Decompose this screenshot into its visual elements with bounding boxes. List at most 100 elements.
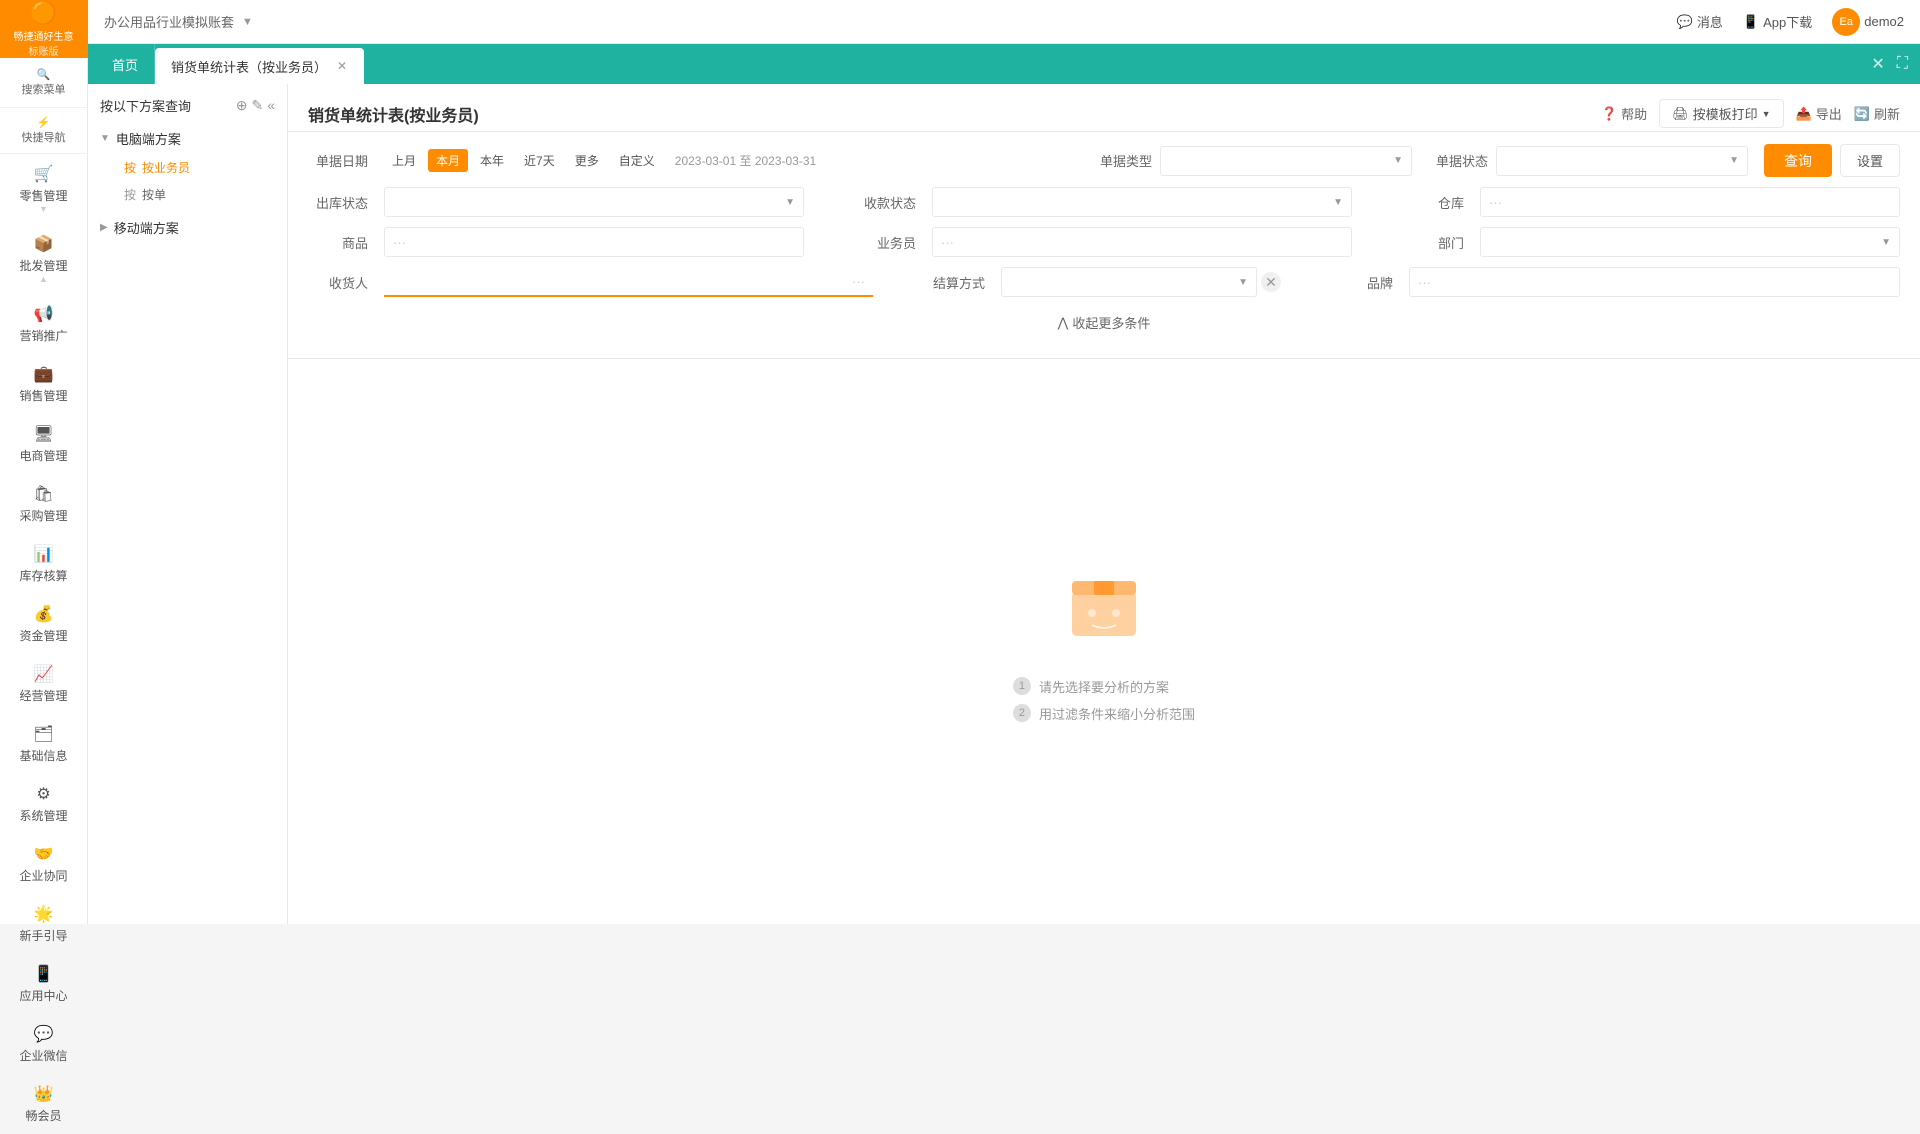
tip-num-2: 2 — [1013, 704, 1031, 722]
sidebar-item-guide[interactable]: 🌟 新手引导 — [0, 894, 88, 954]
tab-close-action[interactable]: ✕ — [1867, 50, 1888, 78]
wholesale-label: 批发管理 — [19, 257, 67, 274]
sidebar-item-ecommerce[interactable]: 🖥 电商管理 — [0, 414, 88, 474]
sidebar-item-enterprise[interactable]: 🤝 企业协同 — [0, 834, 88, 894]
help-btn[interactable]: ❓ 帮助 — [1601, 104, 1647, 123]
date-more[interactable]: 更多 — [567, 149, 607, 172]
sidebar-item-apps[interactable]: 📱 应用中心 — [0, 954, 88, 1014]
tab-close-icon[interactable]: ✕ — [337, 59, 347, 73]
workspace-arrow-icon: ▼ — [242, 16, 253, 28]
payment-clear-icon[interactable]: ✕ — [1261, 272, 1281, 292]
page-title: 销货单统计表(按业务员) — [308, 102, 479, 126]
query-button[interactable]: 查询 — [1764, 144, 1832, 177]
filter-area: 单据日期 上月 本月 本年 近7天 更多 自定义 2023-03-01 至 20… — [288, 132, 1920, 359]
payment-label: 结算方式 — [925, 273, 985, 292]
sidebar-item-retail[interactable]: 🛒 零售管理 ▼ — [0, 154, 88, 224]
export-btn[interactable]: 📤 导出 — [1796, 104, 1842, 123]
status-select[interactable]: ▼ — [1496, 146, 1748, 176]
warehouse-input[interactable]: ··· — [1480, 187, 1900, 217]
apps-icon: 📱 — [34, 964, 54, 984]
empty-area: 1 请先选择要分析的方案 2 用过滤条件来缩小分析范围 — [288, 359, 1920, 924]
tab-expand-action[interactable]: ⛶ — [1893, 51, 1912, 77]
sidebar-item-sales[interactable]: 💼 销售管理 — [0, 354, 88, 414]
enterprise-icon: 🤝 — [34, 844, 54, 864]
nav-icon: ⚡ — [37, 116, 51, 129]
brand-input[interactable]: ··· — [1409, 267, 1900, 297]
ecommerce-icon: 🖥 — [33, 424, 53, 444]
payment-select[interactable]: ▼ — [1001, 267, 1257, 297]
sidebar-item-inventory[interactable]: 📊 库存核算 — [0, 534, 88, 594]
date-filter: 上月 本月 本年 近7天 更多 自定义 2023-03-01 至 2023-03… — [384, 149, 816, 172]
sidebar: 🟠 畅捷通好生意 标账版 🔍 搜索菜单 ⚡ 快捷导航 🛒 零售管理 ▼ 📦 批发… — [0, 0, 88, 924]
quick-nav-item[interactable]: ⚡ 快捷导航 — [0, 108, 88, 154]
refresh-btn[interactable]: 🔄 刷新 — [1854, 104, 1900, 123]
tree-item-salesman[interactable]: 按 按业务员 — [112, 154, 287, 181]
chevron-up-icon: ▲ — [39, 274, 48, 284]
sidebar-item-wechat[interactable]: 💬 企业微信 — [0, 1014, 88, 1074]
date-last-7-days[interactable]: 近7天 — [516, 149, 563, 172]
tab-home[interactable]: 首页 — [96, 44, 155, 84]
tab-sales-label: 销货单统计表（按业务员） — [171, 57, 327, 76]
app-download-btn[interactable]: 📱 App下载 — [1743, 12, 1812, 31]
user-menu[interactable]: Ea demo2 — [1832, 8, 1904, 36]
date-filter-label: 单据日期 — [308, 151, 368, 170]
salesman-scheme-icon: 按 — [124, 159, 136, 176]
empty-tip-2: 2 用过滤条件来缩小分析范围 — [1013, 704, 1195, 723]
search-menu-item[interactable]: 🔍 搜索菜单 — [0, 58, 88, 108]
inventory-icon: 📊 — [34, 544, 54, 564]
goods-input[interactable]: ··· — [384, 227, 804, 257]
date-custom[interactable]: 自定义 — [611, 149, 663, 172]
dept-select[interactable]: ▼ — [1480, 227, 1900, 257]
collapse-btn[interactable]: ⋀ 收起更多条件 — [1052, 307, 1157, 338]
tree-desktop[interactable]: ▼ 电脑端方案 — [88, 123, 287, 154]
date-last-month[interactable]: 上月 — [384, 149, 424, 172]
sidebar-item-member[interactable]: 👑 畅会员 — [0, 1074, 88, 1134]
tree-desktop-label: 电脑端方案 — [116, 129, 181, 148]
sidebar-logo[interactable]: 🟠 畅捷通好生意 标账版 — [0, 0, 88, 58]
type-select[interactable]: ▼ — [1160, 146, 1412, 176]
topbar: 办公用品行业模拟账套 ▼ 💬 消息 📱 App下载 Ea demo2 — [88, 0, 1920, 44]
workspace-selector[interactable]: 办公用品行业模拟账套 ▼ — [104, 12, 253, 31]
sidebar-item-finance[interactable]: 💰 资金管理 — [0, 594, 88, 654]
tree-mobile-label: 移动端方案 — [114, 218, 179, 237]
print-label: 按模板打印 — [1693, 104, 1758, 123]
left-panel-title: 按以下方案查询 — [100, 96, 191, 115]
collapse-panel-btn[interactable]: « — [267, 97, 275, 114]
left-panel: 按以下方案查询 ⊕ ✎ « ▼ 电脑端方案 按 按业务员 按 按单 — [88, 84, 288, 924]
help-icon: ❓ — [1601, 106, 1617, 122]
out-status-select[interactable]: ▼ — [384, 187, 804, 217]
tree-item-by-bill[interactable]: 按 按单 — [112, 181, 287, 208]
sidebar-item-basic[interactable]: 🗂 基础信息 — [0, 714, 88, 774]
message-btn[interactable]: 💬 消息 — [1677, 12, 1723, 31]
goods-label: 商品 — [308, 233, 368, 252]
receipt-select[interactable]: ▼ — [932, 187, 1352, 217]
tree-mobile[interactable]: ▶ 移动端方案 — [88, 212, 287, 243]
apps-label: 应用中心 — [19, 987, 67, 1004]
salesman-scheme-label: 按业务员 — [142, 159, 190, 176]
warehouse-label: 仓库 — [1404, 193, 1464, 212]
date-this-year[interactable]: 本年 — [472, 149, 512, 172]
sidebar-item-purchase[interactable]: 🛍 采购管理 — [0, 474, 88, 534]
sidebar-item-operations[interactable]: 📈 经营管理 — [0, 654, 88, 714]
sidebar-item-marketing[interactable]: 📢 营销推广 — [0, 294, 88, 354]
page-header: 销货单统计表(按业务员) ❓ 帮助 🖨 按模板打印 ▼ 📤 导出 — [288, 84, 1920, 132]
edit-scheme-btn[interactable]: ✎ — [251, 97, 263, 114]
sidebar-item-wholesale[interactable]: 📦 批发管理 ▲ — [0, 224, 88, 294]
tab-home-label: 首页 — [112, 55, 138, 74]
settings-button[interactable]: 设置 — [1840, 144, 1900, 177]
wholesale-icon: 📦 — [34, 234, 54, 254]
right-panel: 销货单统计表(按业务员) ❓ 帮助 🖨 按模板打印 ▼ 📤 导出 — [288, 84, 1920, 924]
tab-sales-report[interactable]: 销货单统计表（按业务员） ✕ — [155, 48, 364, 84]
retail-label: 零售管理 — [19, 187, 67, 204]
status-filter-group: 单据状态 ▼ — [1428, 146, 1748, 176]
date-this-month[interactable]: 本月 — [428, 149, 468, 172]
help-label: 帮助 — [1621, 104, 1647, 123]
purchase-label: 采购管理 — [19, 507, 67, 524]
salesman-input[interactable]: ··· — [932, 227, 1352, 257]
user-name: demo2 — [1864, 14, 1904, 29]
add-scheme-btn[interactable]: ⊕ — [236, 97, 248, 114]
export-icon: 📤 — [1796, 106, 1812, 122]
print-btn[interactable]: 🖨 按模板打印 ▼ — [1659, 99, 1783, 128]
consignee-input[interactable]: ··· — [384, 267, 873, 297]
sidebar-item-system[interactable]: ⚙ 系统管理 — [0, 774, 88, 834]
